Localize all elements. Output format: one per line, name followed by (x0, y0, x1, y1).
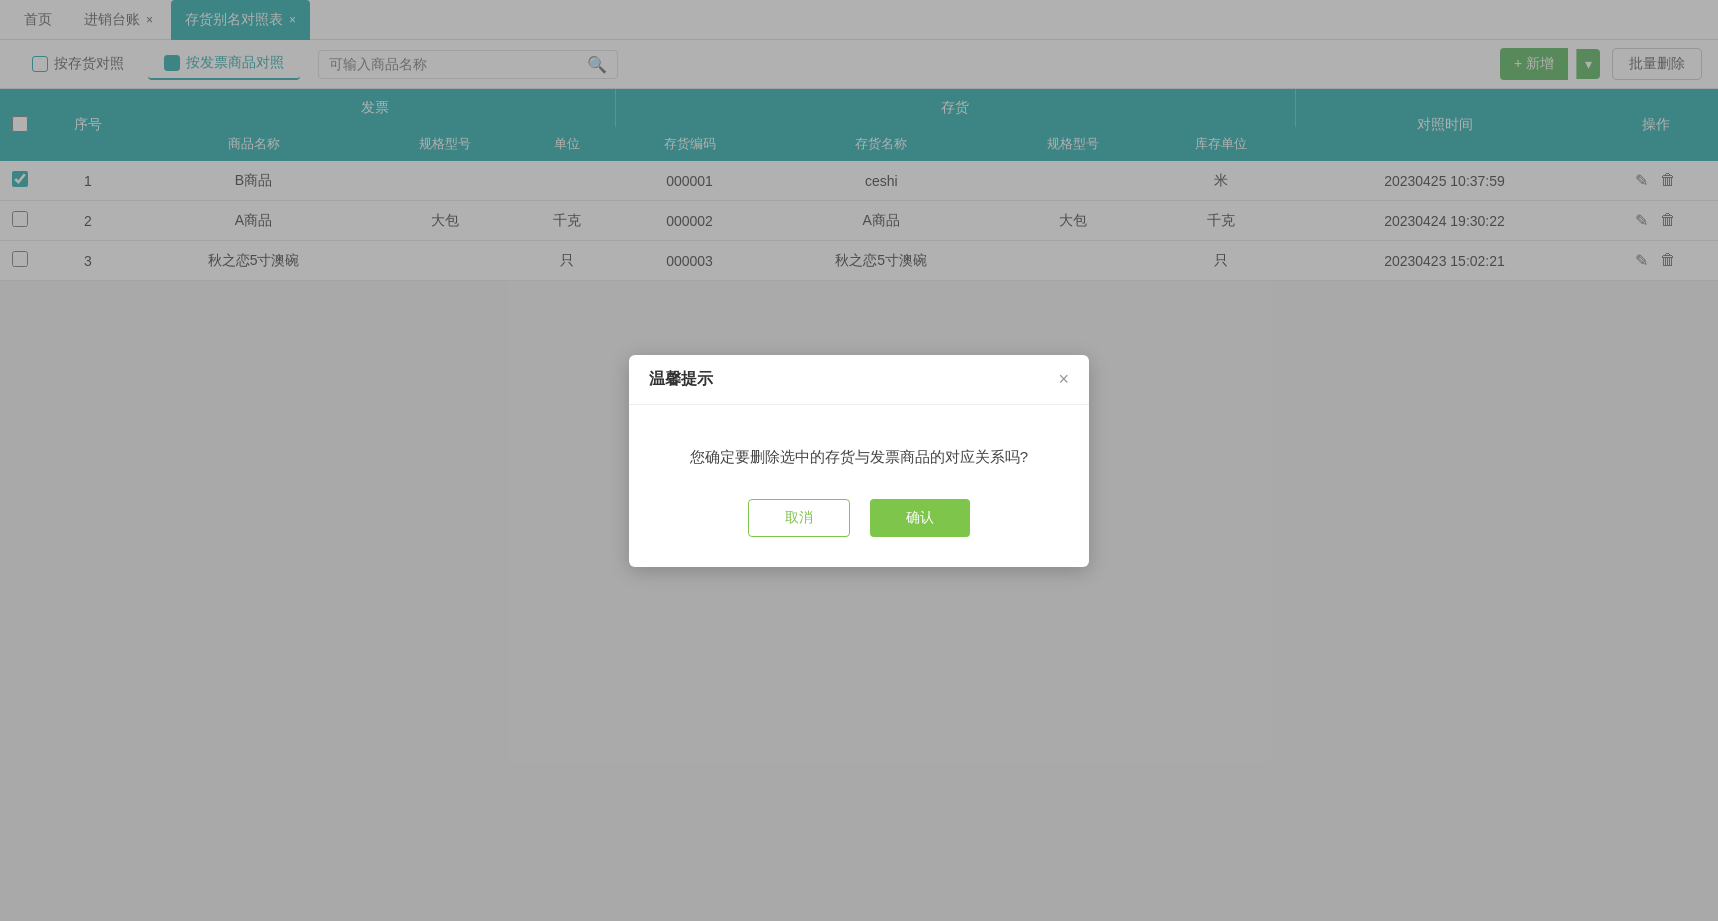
dialog-overlay: 温馨提示 × 您确定要删除选中的存货与发票商品的对应关系吗? 取消 确认 (0, 0, 1718, 281)
